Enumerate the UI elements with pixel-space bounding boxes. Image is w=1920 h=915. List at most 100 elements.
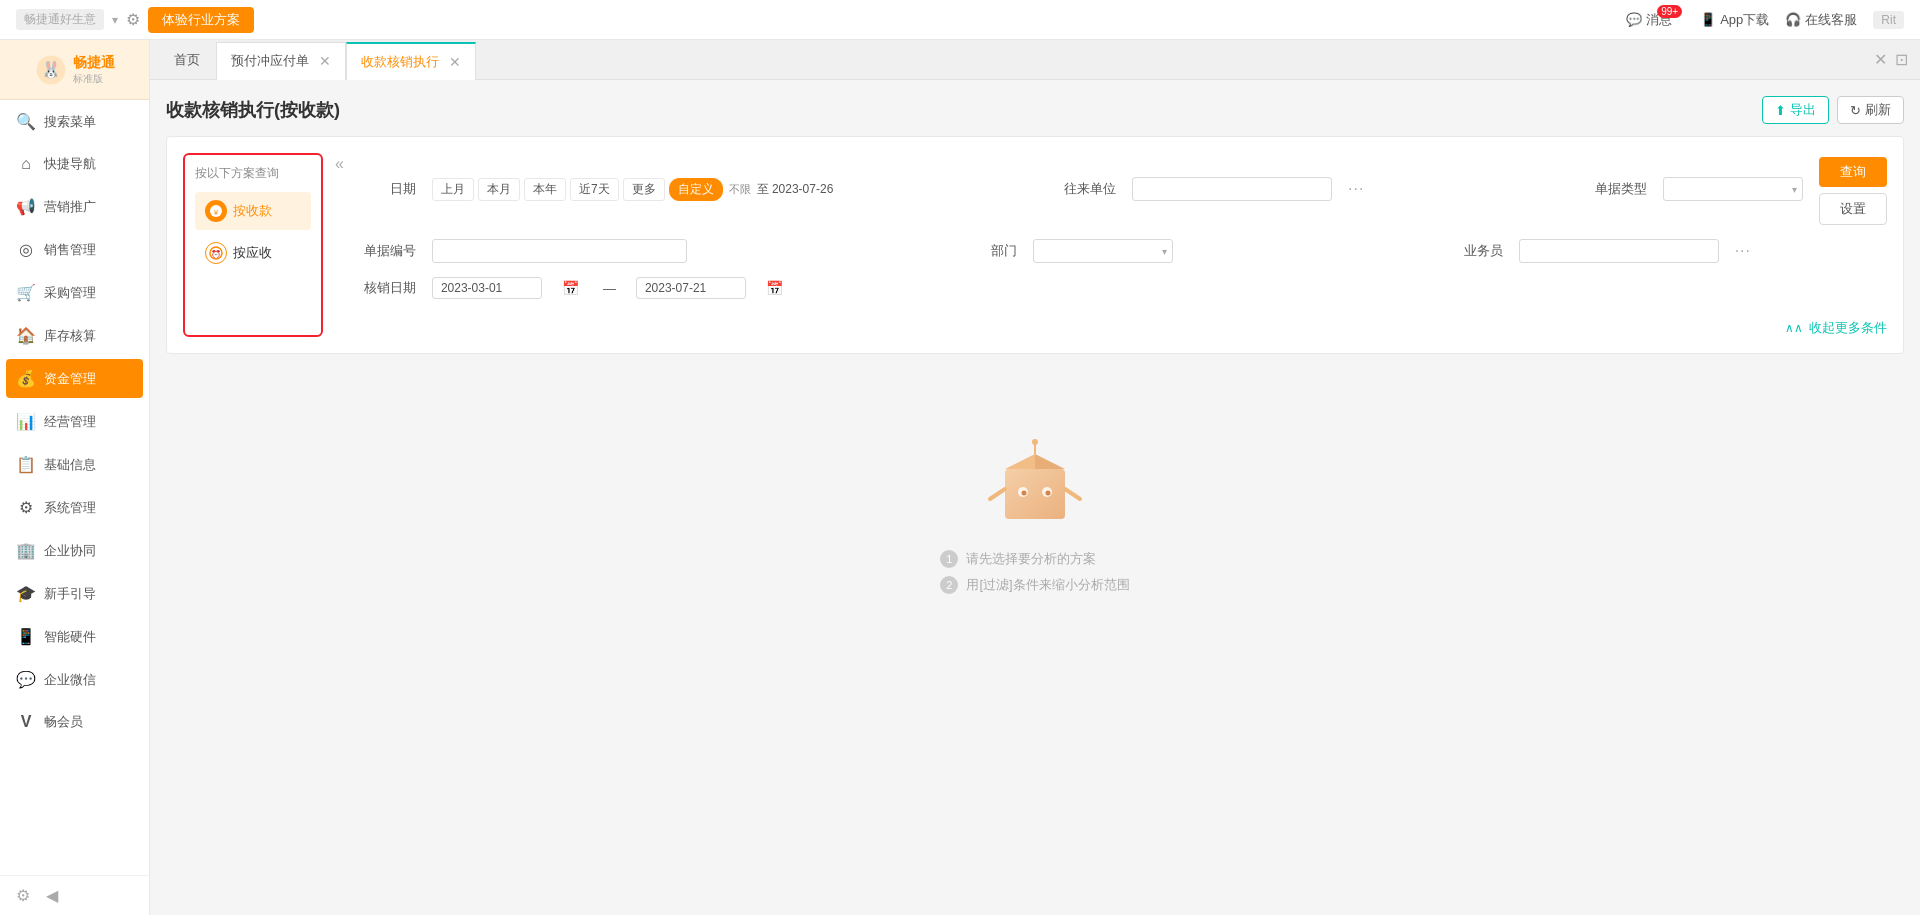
date-btn-more[interactable]: 更多: [623, 178, 665, 201]
filter-option-receipt[interactable]: ¥ 按收款: [195, 192, 311, 230]
filter-actions: 查询 设置: [1819, 153, 1887, 225]
filter-left: 按以下方案查询 ¥ 按收款 ⏰ 按应收: [183, 153, 323, 337]
svg-text:¥: ¥: [213, 208, 219, 217]
sidebar-logo: 🐰 搜索菜单 畅捷通 标准版: [0, 40, 149, 100]
tab-home[interactable]: 首页: [158, 40, 216, 80]
sidebar-bottom: ⚙ ◀: [0, 875, 149, 915]
export-btn[interactable]: ⬆ 导出: [1762, 96, 1829, 124]
sidebar-item-hardware[interactable]: 📱 智能硬件: [0, 615, 149, 658]
sidebar-item-beginner-label: 新手引导: [44, 585, 96, 603]
calendar-from-icon[interactable]: 📅: [562, 280, 579, 296]
sidebar-item-beginner[interactable]: 🎓 新手引导: [0, 572, 149, 615]
brand-label: 畅捷通好生意: [16, 9, 104, 30]
calendar-to-icon[interactable]: 📅: [766, 280, 783, 296]
sidebar-item-basic-info[interactable]: 📋 基础信息: [0, 443, 149, 486]
filter-right: 日期 上月 本月 本年 近7天 更多 自定义 不限 至 2023-: [356, 153, 1887, 337]
sidebar-item-wechat[interactable]: 💬 企业微信: [0, 658, 149, 701]
writeoff-to-input[interactable]: [636, 277, 746, 299]
filter-option-receipt-label: 按收款: [233, 202, 272, 220]
tip-num-2: 2: [940, 576, 958, 594]
staff-ellipsis[interactable]: ···: [1735, 242, 1751, 260]
filter-row-writeoff: 核销日期 📅 — 📅: [356, 277, 1887, 299]
industry-btn[interactable]: 体验行业方案: [148, 7, 254, 33]
filter-receipt-icon: ¥: [205, 200, 227, 222]
app-download-btn[interactable]: 📱 App下载: [1700, 11, 1769, 29]
brand-dropdown-arrow[interactable]: ▾: [112, 13, 118, 27]
search-menu-icon: 🔍: [16, 112, 36, 131]
logo-text: 搜索菜单 畅捷通 标准版: [73, 54, 115, 86]
sidebar-item-search[interactable]: 🔍 搜索菜单: [0, 100, 149, 143]
date-btn-7days[interactable]: 近7天: [570, 178, 619, 201]
dept-select[interactable]: [1033, 239, 1173, 263]
sidebar-item-marketing[interactable]: 📢 营销推广: [0, 185, 149, 228]
filter-row-date: 日期 上月 本月 本年 近7天 更多 自定义 不限 至 2023-: [356, 153, 1887, 225]
sidebar-nav: 🔍 搜索菜单 ⌂ 快捷导航 📢 营销推广 ◎ 销售管理 🛒 采购管理 🏠 库: [0, 100, 149, 875]
svg-point-12: [1046, 491, 1051, 496]
filter-panel: 按以下方案查询 ¥ 按收款 ⏰ 按应收 «: [166, 136, 1904, 354]
tab-prepay-close[interactable]: ✕: [319, 53, 331, 69]
date-btn-custom[interactable]: 自定义: [669, 178, 723, 201]
collapse-more-btn[interactable]: ∧∧ 收起更多条件: [1785, 319, 1887, 337]
sidebar-item-inventory[interactable]: 🏠 库存核算: [0, 314, 149, 357]
collapse-filter-btn[interactable]: «: [335, 153, 344, 337]
svg-text:⏰: ⏰: [211, 249, 221, 259]
page-title: 收款核销执行(按收款): [166, 98, 340, 122]
staff-input[interactable]: [1519, 239, 1719, 263]
sidebar-settings-icon[interactable]: ⚙: [16, 886, 30, 905]
sidebar-item-quick-nav-label: 快捷导航: [44, 155, 96, 173]
tab-receipt-writeoff[interactable]: 收款核销执行 ✕: [346, 42, 476, 80]
sales-icon: ◎: [16, 240, 36, 259]
filter-option-receivable-label: 按应收: [233, 244, 272, 262]
collapse-more-row: ∧∧ 收起更多条件: [356, 313, 1887, 337]
sidebar-collapse-icon[interactable]: ◀: [46, 886, 58, 905]
wechat-icon: 💬: [16, 670, 36, 689]
tab-expand-btn[interactable]: ⊡: [1895, 50, 1908, 69]
doc-no-input[interactable]: [432, 239, 688, 263]
sidebar-item-purchase[interactable]: 🛒 采购管理: [0, 271, 149, 314]
date-btn-this-month[interactable]: 本月: [478, 178, 520, 201]
service-btn[interactable]: 🎧 在线客服: [1785, 11, 1857, 29]
tab-receipt-writeoff-close[interactable]: ✕: [449, 54, 461, 70]
sidebar-item-capital[interactable]: 💰 资金管理: [6, 359, 143, 398]
tab-prepay[interactable]: 预付冲应付单 ✕: [216, 42, 346, 80]
layout: 🐰 搜索菜单 畅捷通 标准版 🔍 搜索菜单 ⌂ 快捷导航 📢 营销推广: [0, 40, 1920, 915]
empty-tip-2-label: 用[过滤]条件来缩小分析范围: [966, 576, 1129, 594]
date-btn-last-month[interactable]: 上月: [432, 178, 474, 201]
collapse-more-icon: ∧∧: [1785, 321, 1803, 335]
sidebar-item-sales[interactable]: ◎ 销售管理: [0, 228, 149, 271]
partner-input[interactable]: [1132, 177, 1332, 201]
svg-marker-7: [1005, 454, 1035, 469]
sidebar-item-system[interactable]: ⚙ 系统管理: [0, 486, 149, 529]
main: 首页 预付冲应付单 ✕ 收款核销执行 ✕ ✕ ⊡ 收款核销执行(按收款) ⬆: [150, 40, 1920, 915]
doc-type-select[interactable]: [1663, 177, 1803, 201]
setting-btn[interactable]: 设置: [1819, 193, 1887, 225]
top-bar-right: 💬 消息 99+ 📱 App下载 🎧 在线客服 Rit: [1626, 11, 1904, 29]
purchase-icon: 🛒: [16, 283, 36, 302]
dept-wrap: ▾: [1033, 239, 1173, 263]
service-label: 在线客服: [1805, 11, 1857, 29]
refresh-btn[interactable]: ↻ 刷新: [1837, 96, 1904, 124]
page-header: 收款核销执行(按收款) ⬆ 导出 ↻ 刷新: [166, 96, 1904, 124]
tab-close-btn[interactable]: ✕: [1874, 50, 1887, 69]
filter-option-receivable[interactable]: ⏰ 按应收: [195, 234, 311, 272]
tab-bar: 首页 预付冲应付单 ✕ 收款核销执行 ✕ ✕ ⊡: [150, 40, 1920, 80]
sidebar-item-operations[interactable]: 📊 经营管理: [0, 400, 149, 443]
enterprise-icon: 🏢: [16, 541, 36, 560]
sidebar-item-enterprise[interactable]: 🏢 企业协同: [0, 529, 149, 572]
msg-btn[interactable]: 💬 消息 99+: [1626, 11, 1672, 29]
partner-ellipsis[interactable]: ···: [1348, 180, 1364, 198]
writeoff-date-label: 核销日期: [356, 279, 416, 297]
writeoff-from-input[interactable]: [432, 277, 542, 299]
doc-no-label: 单据编号: [356, 242, 416, 260]
svg-marker-8: [1035, 454, 1065, 469]
sidebar-item-member[interactable]: V 畅会员: [0, 701, 149, 743]
query-btn[interactable]: 查询: [1819, 157, 1887, 187]
settings-icon[interactable]: ⚙: [126, 10, 140, 29]
sidebar-item-inventory-label: 库存核算: [44, 327, 96, 345]
collapse-more-label: 收起更多条件: [1809, 319, 1887, 337]
sidebar-item-system-label: 系统管理: [44, 499, 96, 517]
date-label: 日期: [356, 180, 416, 198]
sidebar-item-quick-nav[interactable]: ⌂ 快捷导航: [0, 143, 149, 185]
date-btn-this-year[interactable]: 本年: [524, 178, 566, 201]
user-label[interactable]: Rit: [1873, 11, 1904, 29]
